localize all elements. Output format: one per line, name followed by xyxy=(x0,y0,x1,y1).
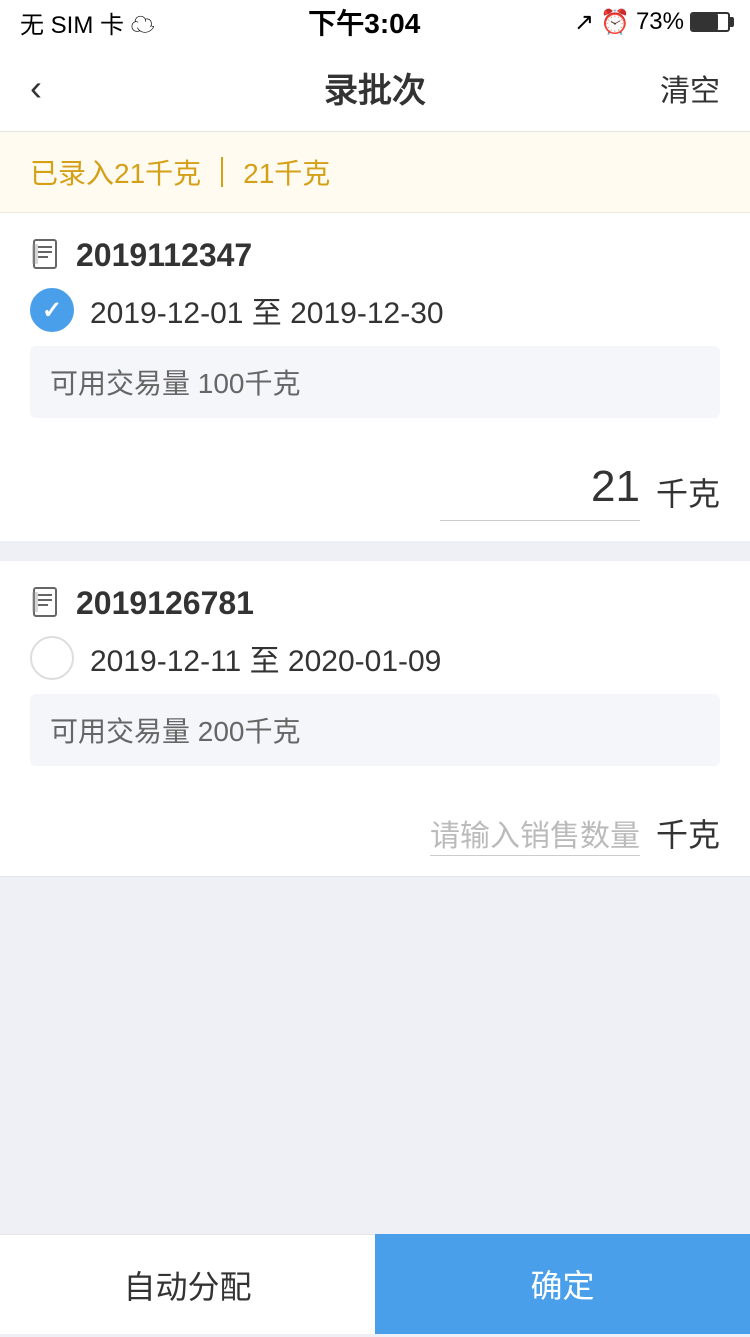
qty-input-area-2: 请输入销售数量 千克 xyxy=(0,790,750,877)
available-qty-1: 可用交易量 100千克 xyxy=(30,346,720,418)
batch-header-1: 2019112347 xyxy=(30,237,720,274)
nav-bar: ‹ 录批次 清空 xyxy=(0,44,750,132)
batch-row-2[interactable]: 2019-12-11 至 2020-01-09 xyxy=(30,636,720,680)
doc-icon-1 xyxy=(30,238,66,274)
battery-percent: 73% xyxy=(636,8,684,36)
check-icon-1: ✓ xyxy=(42,296,62,325)
batch-list: 2019112347 ✓ 2019-12-01 至 2019-12-30 可用交… xyxy=(0,213,750,1337)
total-amount: 21千克 xyxy=(243,152,330,192)
info-banner: 已录入21千克 21千克 xyxy=(0,132,750,213)
section-separator xyxy=(0,541,750,561)
batch-item-1: 2019112347 ✓ 2019-12-01 至 2019-12-30 可用交… xyxy=(0,213,750,442)
batch-date-1: 2019-12-01 至 2019-12-30 xyxy=(90,288,444,332)
status-right: ↗ ⏰ 73% xyxy=(574,8,730,37)
status-time: 下午3:04 xyxy=(308,2,420,42)
qty-row-1: 21 千克 xyxy=(0,442,750,541)
recorded-amount: 已录入21千克 xyxy=(30,152,201,192)
batch-id-2: 2019126781 xyxy=(76,585,254,622)
status-bar: 无 SIM 卡 ☁ 下午3:04 ↗ ⏰ 73% xyxy=(0,0,750,44)
confirm-button[interactable]: 确定 xyxy=(375,1234,750,1334)
qty-placeholder-2: 请输入销售数量 xyxy=(430,820,640,853)
alarm-icon: ⏰ xyxy=(600,8,630,37)
batch-id-1: 2019112347 xyxy=(76,237,252,274)
status-left: 无 SIM 卡 ☁ xyxy=(20,5,155,40)
radio-2[interactable] xyxy=(30,636,74,680)
banner-divider xyxy=(221,157,223,187)
location-icon: ↗ xyxy=(574,8,594,37)
radio-1[interactable]: ✓ xyxy=(30,288,74,332)
batch-item-2: 2019126781 2019-12-11 至 2020-01-09 可用交易量… xyxy=(0,561,750,790)
qty-unit-1: 千克 xyxy=(656,469,720,515)
bottom-bar: 自动分配 确定 xyxy=(0,1234,750,1334)
qty-input-1[interactable]: 21 xyxy=(440,462,640,521)
batch-header-2: 2019126781 xyxy=(30,585,720,622)
battery-icon xyxy=(690,12,730,32)
back-button[interactable]: ‹ xyxy=(30,67,90,109)
qty-unit-2: 千克 xyxy=(656,810,720,856)
batch-date-2: 2019-12-11 至 2020-01-09 xyxy=(90,636,441,680)
page-title: 录批次 xyxy=(324,63,426,112)
clear-button[interactable]: 清空 xyxy=(660,66,720,110)
sim-label: 无 SIM 卡 ☁ xyxy=(20,5,155,40)
available-qty-2: 可用交易量 200千克 xyxy=(30,694,720,766)
auto-distribute-button[interactable]: 自动分配 xyxy=(0,1234,375,1334)
qty-input-2[interactable]: 请输入销售数量 xyxy=(430,811,640,856)
qty-value-1: 21 xyxy=(591,462,640,511)
batch-row-1[interactable]: ✓ 2019-12-01 至 2019-12-30 xyxy=(30,288,720,332)
doc-icon-2 xyxy=(30,586,66,622)
